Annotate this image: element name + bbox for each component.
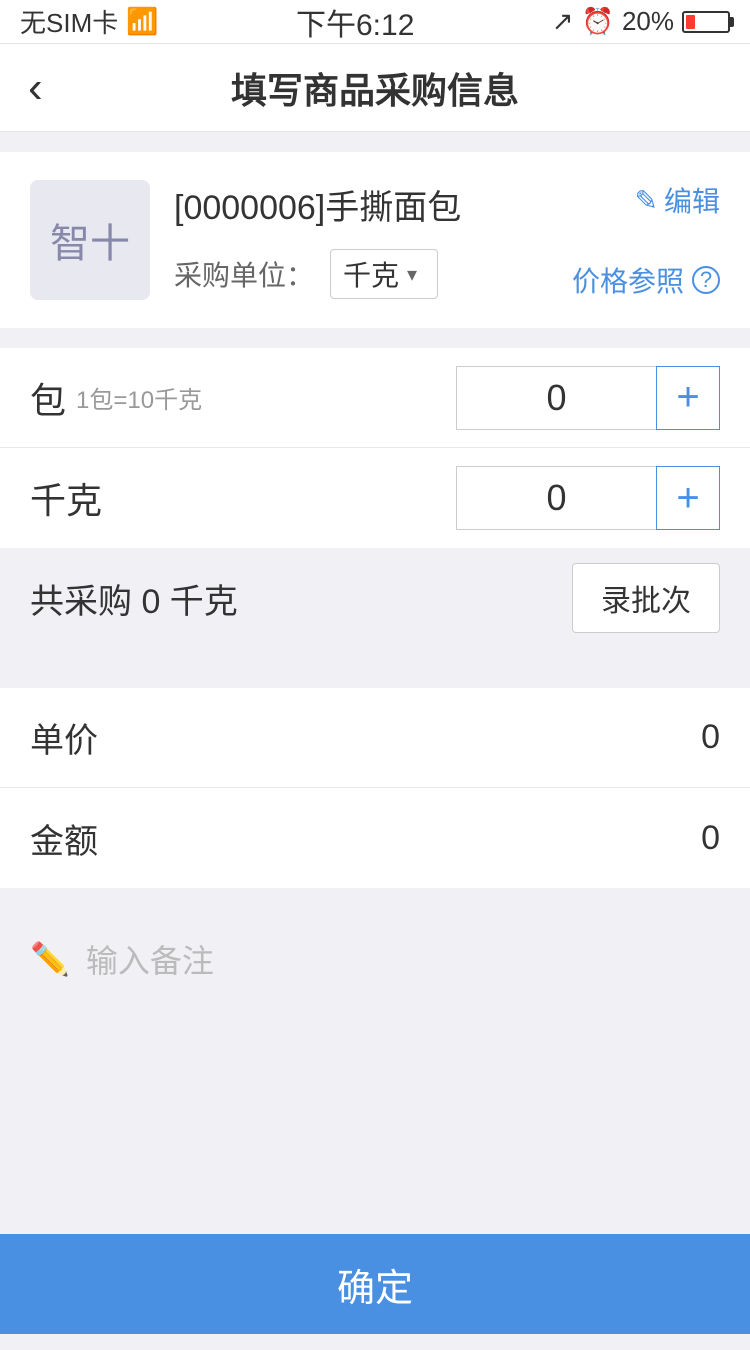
unit-value: 千克 <box>343 254 399 294</box>
alarm-icon: ⏰ <box>582 6 614 37</box>
location-icon: ↗ <box>552 6 574 37</box>
kg-plus-icon: + <box>676 476 699 521</box>
notes-icon: ✏️ <box>30 940 70 978</box>
price-value: 0 <box>701 718 720 757</box>
summary-label: 共采购 0 千克 <box>30 574 238 623</box>
bag-quantity-input[interactable] <box>456 366 656 430</box>
status-right: ↗ ⏰ 20% <box>552 6 730 37</box>
price-ref-help-icon: ? <box>692 266 720 294</box>
price-label: 单价 <box>30 713 98 762</box>
back-button[interactable]: ‹ <box>28 63 43 113</box>
nav-bar: ‹ 填写商品采购信息 <box>0 44 750 132</box>
kg-plus-button[interactable]: + <box>656 466 720 530</box>
divider-2 <box>0 648 750 668</box>
status-left: 无SIM卡 📶 <box>20 3 159 40</box>
unit-label: 采购单位： <box>174 254 314 294</box>
divider-1 <box>0 328 750 348</box>
unit-select[interactable]: 千克 ▾ <box>330 249 438 299</box>
kg-input-wrap: + <box>456 466 720 530</box>
edit-button[interactable]: ✎ 编辑 <box>635 180 720 220</box>
amount-value: 0 <box>701 819 720 858</box>
summary-row: 共采购 0 千克 录批次 <box>0 548 750 648</box>
price-row: 单价 0 <box>0 688 750 788</box>
battery-icon <box>682 11 730 33</box>
input-section: 包 1包=10千克 + 千克 + <box>0 348 750 548</box>
page-title: 填写商品采购信息 <box>231 62 519 114</box>
bag-label: 包 <box>30 372 66 424</box>
battery-fill <box>686 15 695 29</box>
amount-row: 金额 0 <box>0 788 750 888</box>
back-icon: ‹ <box>28 63 43 113</box>
product-logo: 智十 <box>50 211 130 269</box>
status-time: 下午6:12 <box>296 0 414 44</box>
summary-section: 共采购 0 千克 录批次 <box>0 548 750 648</box>
product-image: 智十 <box>30 180 150 300</box>
bag-sublabel: 1包=10千克 <box>76 380 202 415</box>
bag-input-wrap: + <box>456 366 720 430</box>
wifi-icon: 📶 <box>126 6 158 37</box>
unit-dropdown-arrow: ▾ <box>407 262 417 287</box>
edit-icon: ✎ <box>635 184 658 217</box>
bag-row: 包 1包=10千克 + <box>0 348 750 448</box>
kg-label: 千克 <box>30 472 102 524</box>
edit-label: 编辑 <box>664 180 720 220</box>
confirm-button[interactable]: 确定 <box>0 1234 750 1334</box>
carrier-text: 无SIM卡 <box>20 3 118 40</box>
kg-row: 千克 + <box>0 448 750 548</box>
info-section: 单价 0 金额 0 <box>0 688 750 888</box>
price-ref-button[interactable]: 价格参照 ? <box>572 260 720 300</box>
battery-pct: 20% <box>622 6 674 37</box>
notes-placeholder: 输入备注 <box>86 936 214 982</box>
kg-quantity-input[interactable] <box>456 466 656 530</box>
product-card: 智十 [0000006]手撕面包 采购单位： 千克 ▾ ✎ 编辑 价格参照 ? <box>0 152 750 328</box>
notes-section[interactable]: ✏️ 输入备注 <box>0 908 750 1010</box>
bag-plus-icon: + <box>676 375 699 420</box>
amount-label: 金额 <box>30 814 98 863</box>
status-bar: 无SIM卡 📶 下午6:12 ↗ ⏰ 20% <box>0 0 750 44</box>
price-ref-label: 价格参照 <box>572 260 684 300</box>
bag-plus-button[interactable]: + <box>656 366 720 430</box>
batch-button[interactable]: 录批次 <box>572 563 720 633</box>
